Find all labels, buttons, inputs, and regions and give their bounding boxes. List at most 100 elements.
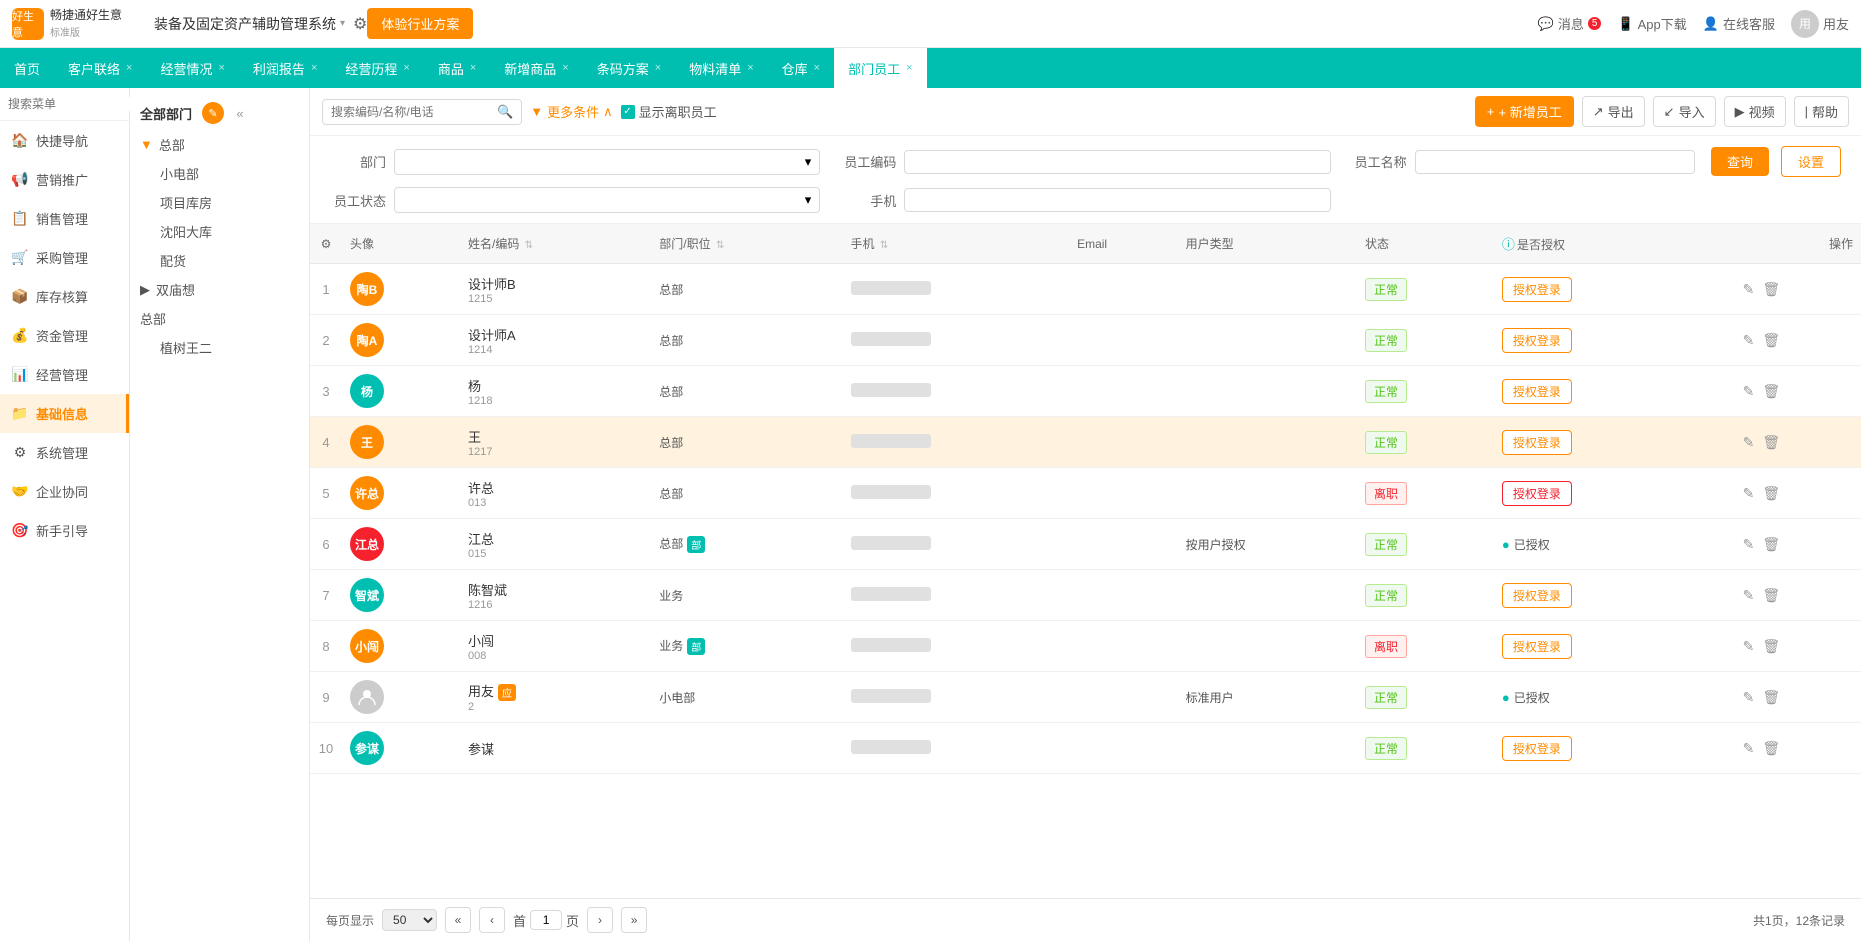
export-button[interactable]: ↗ 导出 (1582, 96, 1645, 127)
edit-button[interactable]: ✎ (1743, 638, 1755, 655)
next-page-button[interactable]: › (587, 907, 613, 933)
sidebar-item-finance[interactable]: 💰 资金管理 (0, 316, 129, 355)
emp-name-input[interactable] (1415, 150, 1695, 174)
delete-button[interactable]: 🗑 (1762, 485, 1780, 502)
tab-barcode[interactable]: 条码方案× (583, 48, 675, 88)
close-tab-goods[interactable]: × (470, 62, 476, 74)
close-tab-barcode[interactable]: × (655, 62, 661, 74)
edit-button[interactable]: ✎ (1743, 536, 1755, 553)
close-tab-bom[interactable]: × (747, 62, 753, 74)
messages-button[interactable]: 💬 消息 5 (1538, 14, 1602, 33)
delete-button[interactable]: 🗑 (1762, 587, 1780, 604)
import-button[interactable]: ↙ 导入 (1653, 96, 1716, 127)
auth-button[interactable]: 授权登录 (1502, 430, 1572, 455)
delete-button[interactable]: 🗑 (1762, 434, 1780, 451)
close-tab-history[interactable]: × (403, 62, 409, 74)
col-name-code[interactable]: 姓名/编码 ⇅ (460, 224, 651, 264)
prev-page-button[interactable]: ‹ (479, 907, 505, 933)
delete-button[interactable]: 🗑 (1762, 740, 1780, 757)
tab-add-goods[interactable]: 新增商品× (490, 48, 582, 88)
tab-warehouse[interactable]: 仓库× (768, 48, 834, 88)
page-number-input[interactable] (530, 910, 562, 930)
dept-collapse-button[interactable]: « (230, 103, 250, 123)
tab-home[interactable]: 首页 (0, 48, 54, 88)
auth-button[interactable]: 授权登录 (1502, 634, 1572, 659)
sidebar-item-purchase[interactable]: 🛒 采购管理 (0, 238, 129, 277)
dept-add-button[interactable]: ✎ (202, 102, 224, 124)
delete-button[interactable]: 🗑 (1762, 638, 1780, 655)
phone-input[interactable] (904, 188, 1330, 212)
auth-button[interactable]: 授权登录 (1502, 736, 1572, 761)
view-button[interactable]: ▶ 视频 (1724, 96, 1786, 127)
page-size-select[interactable]: 50 20 100 (382, 909, 437, 931)
dept-item-zhishu[interactable]: 植树王二 (130, 333, 309, 362)
edit-button[interactable]: ✎ (1743, 383, 1755, 400)
tab-history[interactable]: 经营历程× (331, 48, 423, 88)
edit-button[interactable]: ✎ (1743, 740, 1755, 757)
tab-customer[interactable]: 客户联络× (54, 48, 146, 88)
edit-button[interactable]: ✎ (1743, 587, 1755, 604)
auth-button[interactable]: 授权登录 (1502, 481, 1572, 506)
online-service-button[interactable]: 👤 在线客服 (1703, 14, 1775, 33)
auth-button[interactable]: 授权登录 (1502, 379, 1572, 404)
delete-button[interactable]: 🗑 (1762, 689, 1780, 706)
dept-item-peihuo[interactable]: 配货 (130, 246, 309, 275)
settings-button[interactable]: ⚙ (353, 14, 367, 34)
sidebar-item-cooperation[interactable]: 🤝 企业协同 (0, 472, 129, 511)
delete-button[interactable]: 🗑 (1762, 536, 1780, 553)
emp-code-input[interactable] (904, 150, 1330, 174)
sidebar-item-guide[interactable]: 🎯 新手引导 (0, 511, 129, 550)
trial-button[interactable]: 体验行业方案 (367, 8, 473, 39)
system-dropdown-icon[interactable]: ▾ (340, 18, 345, 29)
tab-goods[interactable]: 商品× (424, 48, 490, 88)
more-conditions-button[interactable]: ▼ 更多条件 ∧ (530, 102, 612, 121)
query-button[interactable]: 查询 (1711, 147, 1769, 176)
dept-item-xiaodibu[interactable]: 小电部 (130, 159, 309, 188)
dept-item-shuangmiao[interactable]: ▶ 双庙想 (130, 275, 309, 304)
sidebar-item-quick-nav[interactable]: 🏠 快捷导航 (0, 121, 129, 160)
close-tab-profit[interactable]: × (311, 62, 317, 74)
sidebar-item-inventory[interactable]: 📦 库存核算 (0, 277, 129, 316)
sidebar-item-basic-info[interactable]: 📁 基础信息 (0, 394, 129, 433)
close-tab-employees[interactable]: × (906, 62, 912, 74)
dept-item-xiangmu[interactable]: 项目库房 (130, 188, 309, 217)
tab-bom[interactable]: 物料清单× (675, 48, 767, 88)
tab-profit[interactable]: 利润报告× (239, 48, 331, 88)
edit-button[interactable]: ✎ (1743, 689, 1755, 706)
delete-button[interactable]: 🗑 (1762, 383, 1780, 400)
tab-operations[interactable]: 经营情况× (146, 48, 238, 88)
emp-status-select[interactable]: ▾ (394, 187, 820, 213)
delete-button[interactable]: 🗑 (1762, 332, 1780, 349)
edit-button[interactable]: ✎ (1743, 485, 1755, 502)
close-tab-customer[interactable]: × (126, 62, 132, 74)
auth-button[interactable]: 授权登录 (1502, 277, 1572, 302)
set-button[interactable]: 设置 (1781, 146, 1841, 177)
user-area[interactable]: 用 用友 (1791, 10, 1849, 38)
tab-employees[interactable]: 部门员工× (834, 48, 926, 88)
show-resigned-checkbox[interactable]: ✓ 显示离职员工 (621, 102, 717, 121)
help-button[interactable]: | 帮助 (1794, 96, 1849, 127)
dept-item-shenyang[interactable]: 沈阳大库 (130, 217, 309, 246)
sidebar-item-system[interactable]: ⚙ 系统管理 (0, 433, 129, 472)
sidebar-item-operations[interactable]: 📊 经营管理 (0, 355, 129, 394)
edit-button[interactable]: ✎ (1743, 281, 1755, 298)
employee-search-input[interactable] (331, 105, 491, 119)
app-download-button[interactable]: 📱 App下载 (1617, 14, 1686, 33)
add-employee-button[interactable]: + + 新增员工 (1475, 96, 1574, 127)
delete-button[interactable]: 🗑 (1762, 281, 1780, 298)
dept-item-zongbu[interactable]: ▼ 总部 (130, 130, 309, 159)
col-dept-position[interactable]: 部门/职位 ⇅ (651, 224, 842, 264)
first-page-button[interactable]: « (445, 907, 471, 933)
close-tab-add-goods[interactable]: × (562, 62, 568, 74)
dept-filter-select[interactable]: ▾ (394, 149, 820, 175)
dept-item-zongbu2[interactable]: 总部 (130, 304, 309, 333)
last-page-button[interactable]: » (621, 907, 647, 933)
close-tab-operations[interactable]: × (218, 62, 224, 74)
close-tab-warehouse[interactable]: × (814, 62, 820, 74)
col-phone[interactable]: 手机 ⇅ (843, 224, 1070, 264)
edit-button[interactable]: ✎ (1743, 332, 1755, 349)
auth-button[interactable]: 授权登录 (1502, 328, 1572, 353)
auth-button[interactable]: 授权登录 (1502, 583, 1572, 608)
sidebar-item-sales[interactable]: 📋 销售管理 (0, 199, 129, 238)
sidebar-item-marketing[interactable]: 📢 营销推广 (0, 160, 129, 199)
